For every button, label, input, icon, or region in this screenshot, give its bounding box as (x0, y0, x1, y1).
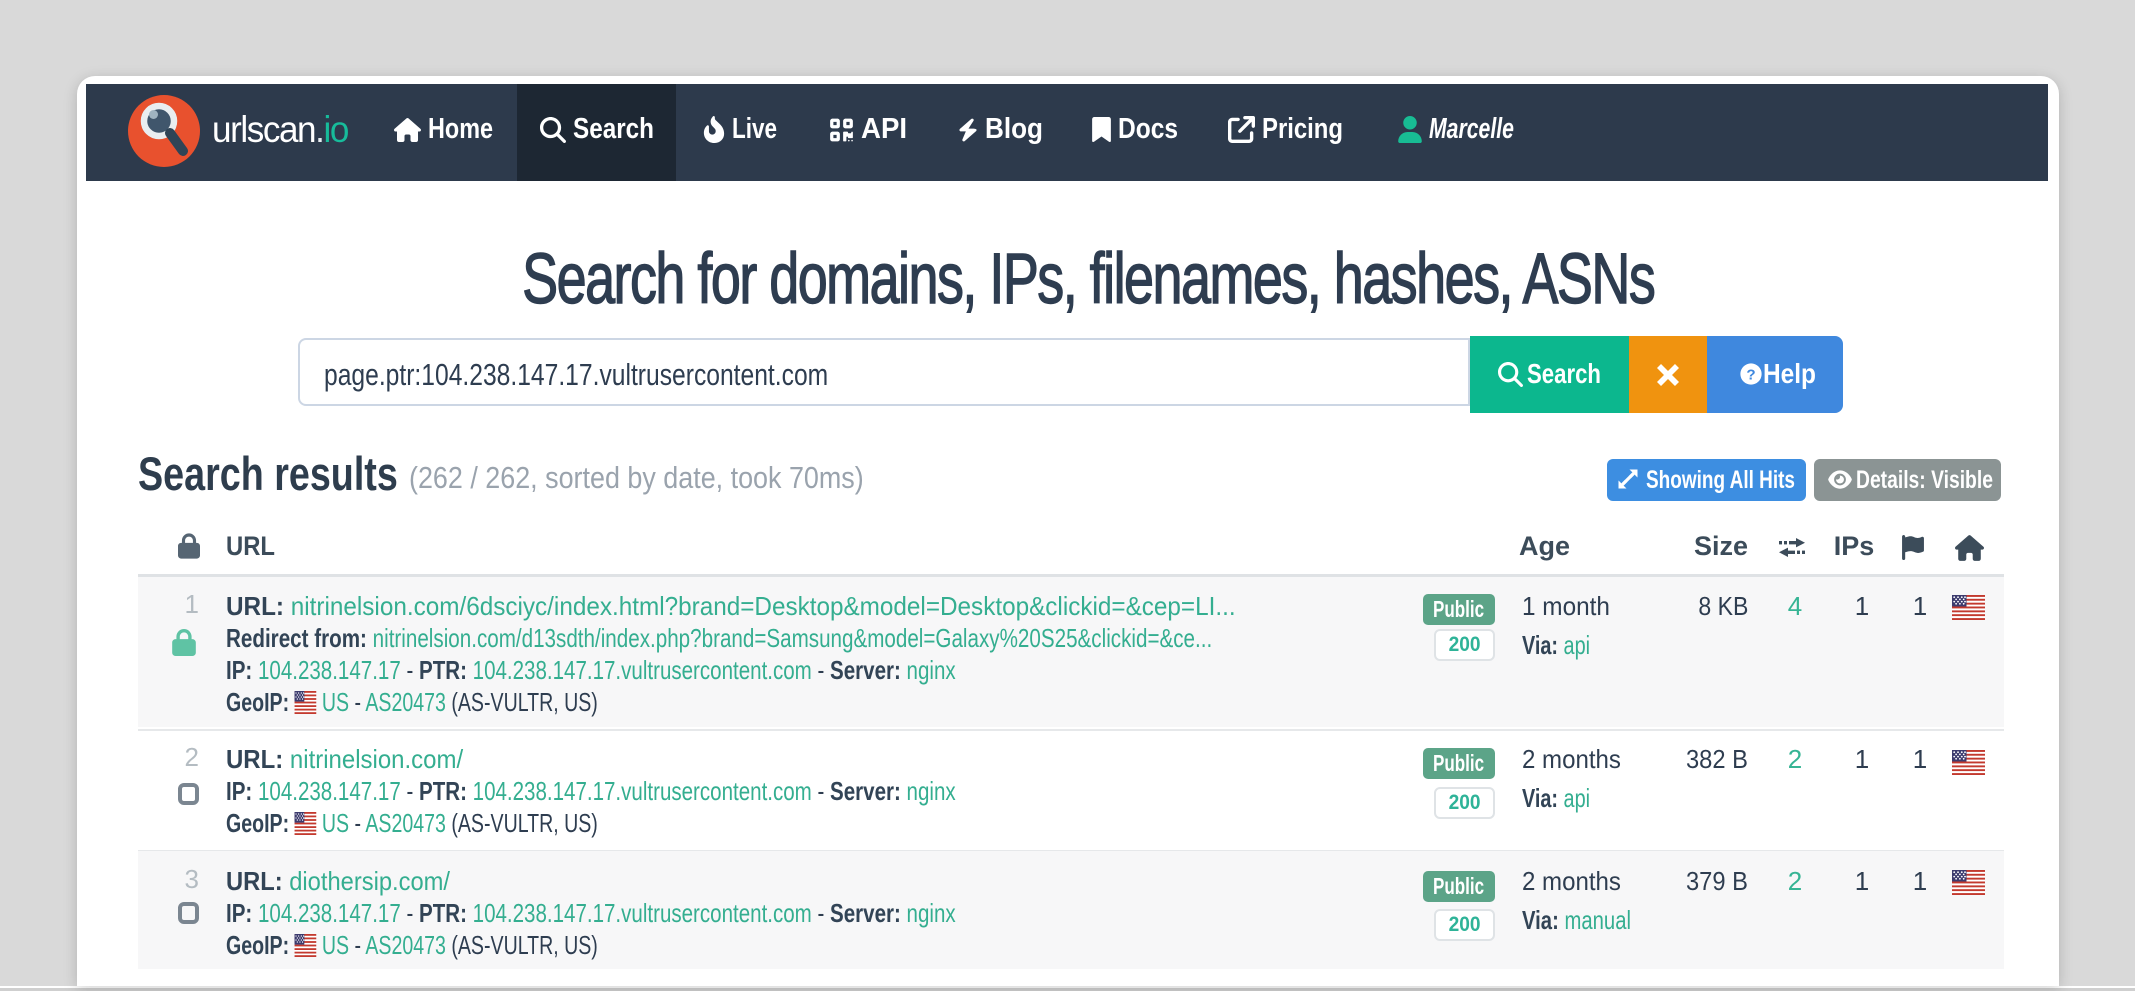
svg-text:?: ? (1746, 366, 1755, 383)
